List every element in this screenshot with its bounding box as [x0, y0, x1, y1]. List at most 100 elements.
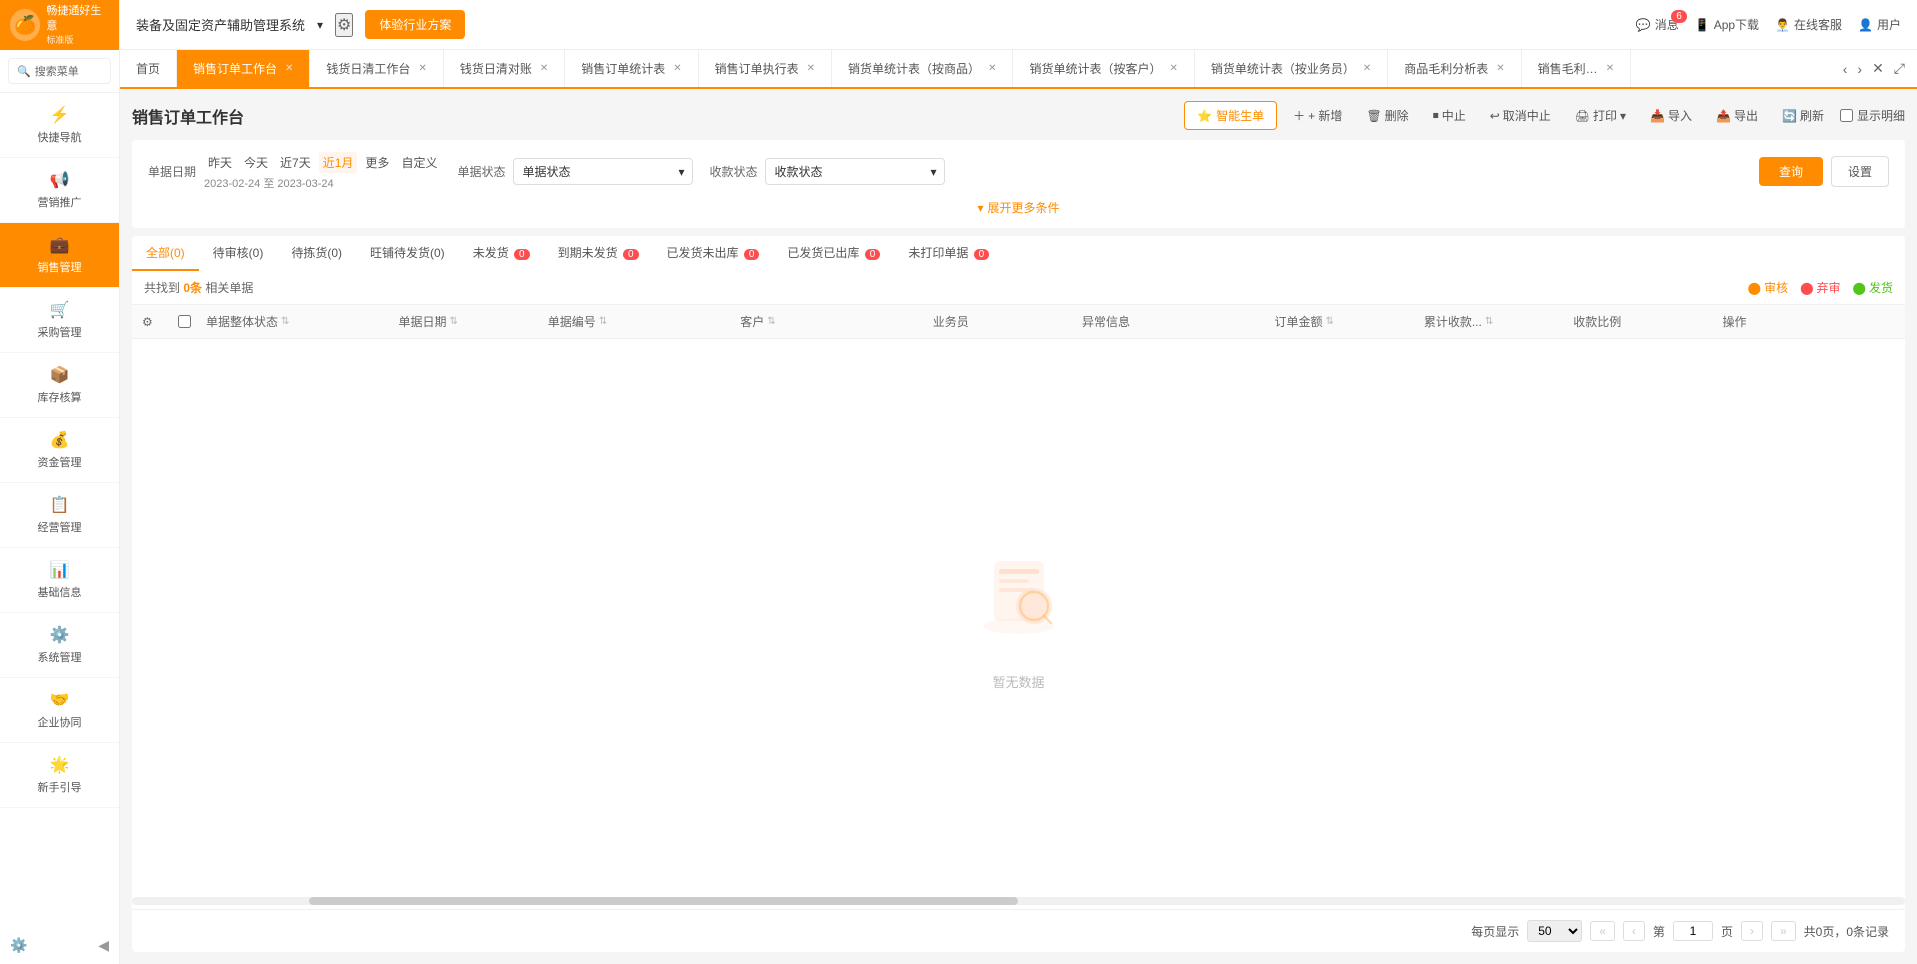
- sidebar-search[interactable]: 🔍 搜索菜单: [0, 50, 119, 93]
- show-detail-checkbox[interactable]: 显示明细: [1840, 107, 1905, 124]
- tab-close-icon[interactable]: ✕: [1363, 63, 1371, 74]
- select-all-checkbox[interactable]: [178, 315, 191, 328]
- system-dropdown[interactable]: ▾: [317, 18, 323, 32]
- sub-tab-pending-review[interactable]: 待审核(0): [199, 236, 278, 271]
- print-button[interactable]: 🖨 打印 ▾: [1567, 103, 1634, 128]
- tab-daily-reconcile[interactable]: 钱货日清对账 ✕: [444, 50, 565, 87]
- tab-sales-exec[interactable]: 销售订单执行表 ✕: [699, 50, 832, 87]
- th-error: 异常信息: [1072, 313, 1264, 330]
- tab-home[interactable]: 首页: [120, 50, 177, 87]
- tab-sales-margin[interactable]: 销售毛利… ✕: [1522, 50, 1631, 87]
- sidebar-item-newbie[interactable]: 🌟 新手引导: [0, 743, 119, 808]
- scrollbar-thumb[interactable]: [309, 897, 1018, 905]
- stop-button[interactable]: ⏹ 中止: [1425, 103, 1474, 128]
- settings-icon[interactable]: ⚙: [335, 13, 353, 37]
- horizontal-scrollbar[interactable]: [132, 897, 1905, 905]
- app-download-action[interactable]: 📱 App下载: [1695, 16, 1759, 33]
- ship-button[interactable]: ⬤ 发货: [1853, 279, 1893, 296]
- tab-daily-clear[interactable]: 钱货日清工作台 ✕: [310, 50, 443, 87]
- sub-tab-not-shipped[interactable]: 未发货 0: [459, 236, 544, 271]
- tab-close-icon[interactable]: ✕: [1606, 63, 1614, 74]
- abandon-button[interactable]: ⬤ 弃审: [1800, 279, 1840, 296]
- set-button[interactable]: 设置: [1831, 156, 1889, 187]
- sort-date-icon[interactable]: ⇅: [449, 316, 457, 327]
- query-button[interactable]: 查询: [1759, 157, 1823, 186]
- sidebar-item-system[interactable]: ⚙️ 系统管理: [0, 613, 119, 678]
- th-checkbox[interactable]: [168, 315, 196, 328]
- audit-button[interactable]: ⬤ 审核: [1748, 279, 1788, 296]
- date-7days-btn[interactable]: 近7天: [276, 152, 315, 173]
- sort-collected-icon[interactable]: ⇅: [1485, 316, 1493, 327]
- sort-amount-icon[interactable]: ⇅: [1326, 316, 1334, 327]
- tab-close-icon[interactable]: ✕: [285, 63, 293, 74]
- tab-sales-workbench[interactable]: 销售订单工作台 ✕: [177, 50, 310, 87]
- tab-close-icon[interactable]: ✕: [673, 63, 681, 74]
- refresh-button[interactable]: 🔄 刷新: [1774, 103, 1832, 128]
- sub-tab-not-printed[interactable]: 未打印单据 0: [894, 236, 1003, 271]
- message-action[interactable]: 💬 消息 6: [1636, 16, 1679, 33]
- collect-select[interactable]: 收款状态 ▾: [765, 158, 945, 185]
- next-page-button[interactable]: ›: [1741, 921, 1763, 941]
- sidebar-item-purchase[interactable]: 🛒 采购管理: [0, 288, 119, 353]
- tab-close-icon[interactable]: ✕: [988, 63, 996, 74]
- sub-tab-pending-pick[interactable]: 待拣货(0): [277, 236, 356, 271]
- date-more-btn[interactable]: 更多: [361, 152, 393, 173]
- tab-prev-button[interactable]: ‹: [1839, 59, 1852, 79]
- date-custom-btn[interactable]: 自定义: [397, 152, 441, 173]
- tab-close-icon[interactable]: ✕: [807, 63, 815, 74]
- prev-page-button[interactable]: ‹: [1623, 921, 1645, 941]
- sort-status-icon[interactable]: ⇅: [281, 316, 289, 327]
- tab-close-icon[interactable]: ✕: [1496, 63, 1504, 74]
- search-menu-button[interactable]: 🔍 搜索菜单: [8, 58, 111, 84]
- per-page-select[interactable]: 50 100 200: [1527, 920, 1582, 942]
- sidebar-item-finance[interactable]: 💰 资金管理: [0, 418, 119, 483]
- import-button[interactable]: 📥 导入: [1642, 103, 1700, 128]
- operations-icon: 📋: [50, 495, 70, 515]
- th-settings[interactable]: ⚙: [132, 315, 168, 329]
- first-page-button[interactable]: «: [1590, 921, 1615, 941]
- date-yesterday-btn[interactable]: 昨天: [204, 152, 236, 173]
- sidebar-item-operations[interactable]: 📋 经营管理: [0, 483, 119, 548]
- sub-tab-all[interactable]: 全部(0): [132, 236, 199, 271]
- tab-close-icon[interactable]: ✕: [1169, 63, 1177, 74]
- status-select[interactable]: 单据状态 ▾: [513, 158, 693, 185]
- page-input[interactable]: [1673, 921, 1713, 941]
- date-today-btn[interactable]: 今天: [240, 152, 272, 173]
- tab-close-icon[interactable]: ✕: [540, 63, 548, 74]
- sort-customer-icon[interactable]: ⇅: [767, 316, 775, 327]
- tab-customer-stats[interactable]: 销货单统计表（按客户） ✕: [1013, 50, 1194, 87]
- sidebar-item-inventory[interactable]: 📦 库存核算: [0, 353, 119, 418]
- sidebar-item-quick-nav[interactable]: ⚡ 快捷导航: [0, 93, 119, 158]
- tab-sales-stats[interactable]: 销售订单统计表 ✕: [565, 50, 698, 87]
- sidebar-item-marketing[interactable]: 📢 营销推广: [0, 158, 119, 223]
- smart-create-button[interactable]: ⭐ 智能生单: [1184, 101, 1277, 130]
- sort-number-icon[interactable]: ⇅: [599, 316, 607, 327]
- tab-expand-button[interactable]: ⤢: [1890, 58, 1909, 79]
- tab-staff-stats[interactable]: 销货单统计表（按业务员） ✕: [1195, 50, 1388, 87]
- tab-close-all-button[interactable]: ✕: [1868, 58, 1888, 79]
- sidebar-item-basic[interactable]: 📊 基础信息: [0, 548, 119, 613]
- export-button[interactable]: 📤 导出: [1708, 103, 1766, 128]
- sub-tab-wangpu[interactable]: 旺铺待发货(0): [356, 236, 459, 271]
- last-page-button[interactable]: »: [1771, 921, 1796, 941]
- experience-button[interactable]: 体验行业方案: [365, 10, 465, 39]
- settings-bottom-button[interactable]: ⚙️: [10, 937, 27, 954]
- date-1month-btn[interactable]: 近1月: [319, 152, 358, 173]
- collapse-button[interactable]: ◀: [98, 937, 109, 954]
- user-action[interactable]: 👤 用户: [1858, 16, 1901, 33]
- show-detail-input[interactable]: [1840, 109, 1853, 122]
- sub-tab-shipped-not-out[interactable]: 已发货未出库 0: [653, 236, 774, 271]
- expand-conditions-button[interactable]: ▾ 展开更多条件: [977, 199, 1059, 216]
- sub-tab-shipped-out[interactable]: 已发货已出库 0: [773, 236, 894, 271]
- delete-button[interactable]: 🗑 删除: [1358, 103, 1416, 128]
- sub-tab-overdue-ship[interactable]: 到期未发货 0: [544, 236, 653, 271]
- cancel-stop-button[interactable]: ↩ 取消中止: [1482, 103, 1559, 128]
- new-button[interactable]: ＋ + 新增: [1285, 103, 1350, 128]
- tab-next-button[interactable]: ›: [1853, 59, 1866, 79]
- sidebar-item-sales[interactable]: 💼 销售管理: [0, 223, 119, 288]
- tab-margin-analysis[interactable]: 商品毛利分析表 ✕: [1388, 50, 1521, 87]
- online-service-action[interactable]: 👨‍💼 在线客服: [1775, 16, 1842, 33]
- tab-close-icon[interactable]: ✕: [418, 63, 426, 74]
- sidebar-item-enterprise[interactable]: 🤝 企业协同: [0, 678, 119, 743]
- tab-goods-stats[interactable]: 销货单统计表（按商品） ✕: [832, 50, 1013, 87]
